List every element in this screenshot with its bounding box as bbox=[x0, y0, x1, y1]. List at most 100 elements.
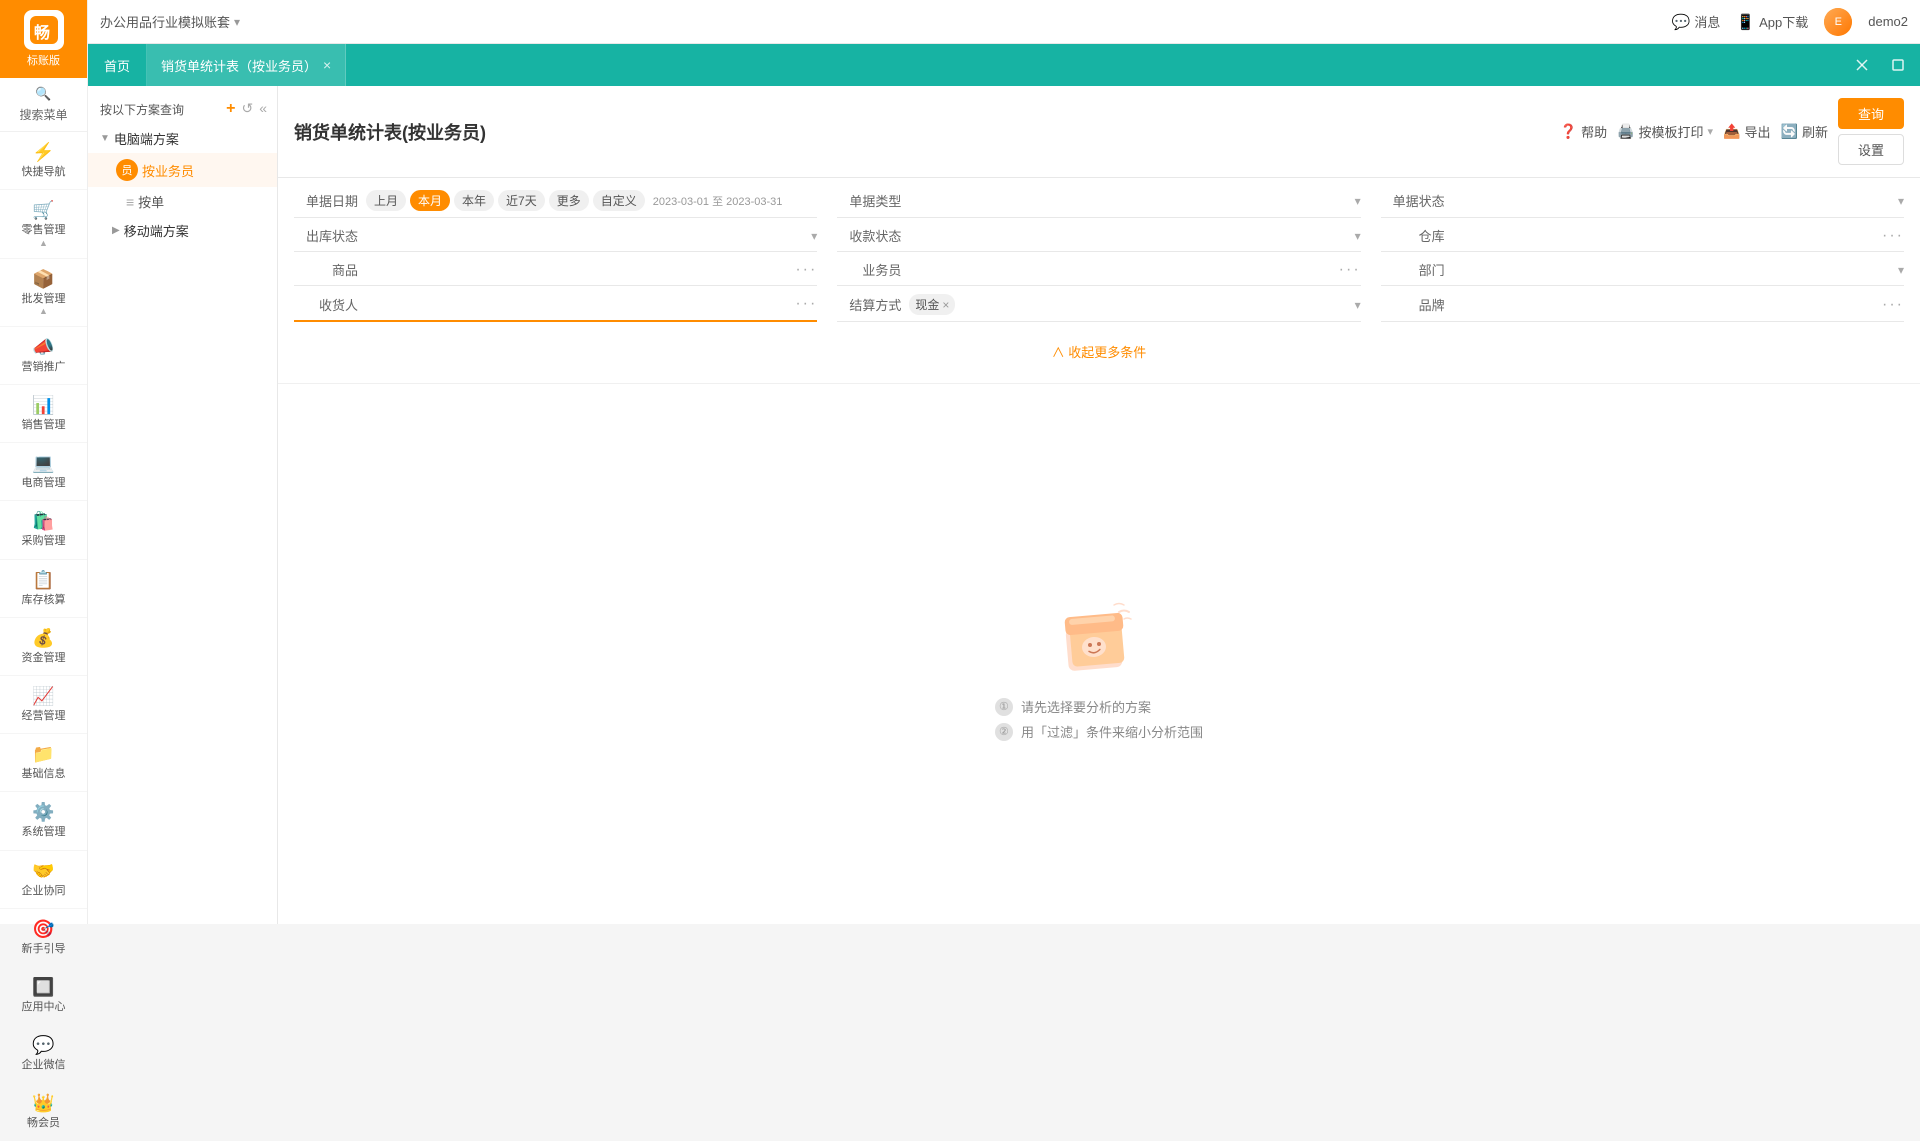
basic-label: 基础信息 bbox=[22, 768, 66, 781]
date-buttons: 上月 本月 本年 近7天 更多 自定义 2023-03-01 至 2023-03… bbox=[366, 190, 817, 211]
doc-status-filter-item: 单据状态 ▾ bbox=[1381, 190, 1904, 218]
settings-button[interactable]: 设置 bbox=[1838, 134, 1904, 165]
user-avatar[interactable]: E bbox=[1824, 8, 1852, 36]
sidebar-item-basic[interactable]: 📁 基础信息 bbox=[0, 734, 87, 792]
brand-filter-item: 品牌 ··· bbox=[1381, 294, 1904, 322]
sidebar-item-wholesale[interactable]: 📦 批发管理 ▲ bbox=[0, 259, 87, 327]
brand-select[interactable]: ··· bbox=[1453, 296, 1904, 314]
sidebar-item-ecommerce[interactable]: 💻 电商管理 bbox=[0, 443, 87, 501]
salesman-select[interactable]: ··· bbox=[909, 261, 1360, 279]
sidebar-item-enterprise[interactable]: 🤝 企业协同 bbox=[0, 851, 87, 909]
refresh-label: 刷新 bbox=[1802, 122, 1828, 141]
sidebar-item-wechat[interactable]: 💬 企业微信 bbox=[0, 1025, 87, 1083]
filter-row-2: 出库状态 ▾ 收款状态 ▾ 仓库 bbox=[294, 226, 1904, 252]
enterprise-label: 企业协同 bbox=[22, 885, 66, 898]
retail-icon: 🛒 bbox=[32, 200, 54, 221]
sidebar-search[interactable]: 🔍 搜索菜单 bbox=[0, 78, 87, 132]
sales-icon: 📊 bbox=[32, 395, 54, 416]
tree-group-pc: ▼ 电脑端方案 员 按业务员 ≡ 按单 bbox=[88, 124, 277, 216]
payment-label: 结算方式 bbox=[837, 295, 909, 314]
collapse-panel-btn[interactable]: « bbox=[259, 100, 267, 118]
out-status-label: 出库状态 bbox=[294, 226, 366, 245]
sidebar-item-sales[interactable]: 📊 销售管理 bbox=[0, 385, 87, 443]
tree-sub-item-order[interactable]: ≡ 按单 bbox=[88, 187, 277, 216]
right-panel: 销货单统计表(按业务员) ❓ 帮助 🖨️ 按模板打印 ▾ 📤 bbox=[278, 86, 1920, 924]
app-download-btn[interactable]: 📱 App下载 bbox=[1736, 12, 1808, 31]
tab-home[interactable]: 首页 bbox=[88, 44, 147, 86]
filter-row-4: 收货人 ··· 结算方式 现金 × ▾ bbox=[294, 294, 1904, 322]
page-header-top: 销货单统计表(按业务员) ❓ 帮助 🖨️ 按模板打印 ▾ 📤 bbox=[294, 98, 1904, 165]
doc-type-arrow: ▾ bbox=[1355, 194, 1361, 208]
add-scheme-btn[interactable]: + bbox=[226, 100, 235, 118]
payment-select[interactable]: 现金 × ▾ bbox=[909, 294, 1360, 315]
system-icon: ⚙️ bbox=[32, 802, 54, 823]
date-btn-last-month[interactable]: 上月 bbox=[366, 190, 406, 211]
tree-group-mobile: ▶ 移动端方案 bbox=[88, 216, 277, 245]
sidebar-item-member[interactable]: 👑 畅会员 bbox=[0, 1083, 87, 1141]
refresh-btn[interactable]: 🔄 刷新 bbox=[1781, 122, 1828, 141]
doc-type-select[interactable]: ▾ bbox=[909, 194, 1360, 208]
salesman-label: 业务员 bbox=[837, 260, 909, 279]
tab-active[interactable]: 销货单统计表（按业务员） × bbox=[147, 44, 346, 86]
app-download-label: App下载 bbox=[1759, 12, 1808, 31]
username-label[interactable]: demo2 bbox=[1868, 14, 1908, 29]
payment-tag-close[interactable]: × bbox=[942, 298, 949, 312]
message-btn[interactable]: 💬 消息 bbox=[1672, 12, 1721, 31]
page-title: 销货单统计表(按业务员) bbox=[294, 119, 486, 145]
tab-close-btn[interactable]: × bbox=[323, 57, 331, 73]
date-btn-more[interactable]: 更多 bbox=[549, 190, 589, 211]
goods-select[interactable]: ··· bbox=[366, 261, 817, 279]
wholesale-label: 批发管理 bbox=[22, 293, 66, 306]
export-btn[interactable]: 📤 导出 bbox=[1723, 122, 1770, 141]
sidebar-item-purchase[interactable]: 🛍️ 采购管理 bbox=[0, 501, 87, 559]
member-label: 畅会员 bbox=[27, 1117, 60, 1130]
date-btn-this-year[interactable]: 本年 bbox=[454, 190, 494, 211]
receiver-select[interactable]: ··· bbox=[366, 295, 817, 313]
sidebar-item-newbie[interactable]: 🎯 新手引导 bbox=[0, 909, 87, 967]
tree-group-pc-header[interactable]: ▼ 电脑端方案 bbox=[88, 124, 277, 153]
logo-icon: 畅 bbox=[24, 10, 64, 50]
tree-group-mobile-arrow: ▶ bbox=[112, 225, 120, 236]
date-btn-this-month[interactable]: 本月 bbox=[410, 190, 450, 211]
sidebar-item-marketing[interactable]: 📣 营销推广 bbox=[0, 327, 87, 385]
tab-minimize-btn[interactable] bbox=[1848, 51, 1876, 79]
out-status-select[interactable]: ▾ bbox=[366, 229, 817, 243]
sidebar-item-finance[interactable]: 💰 资金管理 bbox=[0, 618, 87, 676]
sidebar-item-apps[interactable]: 🔲 应用中心 bbox=[0, 967, 87, 1025]
topbar-app-name[interactable]: 办公用品行业模拟账套 ▾ bbox=[100, 12, 1660, 31]
empty-state: ① 请先选择要分析的方案 ② 用「过滤」条件来缩小分析范围 bbox=[278, 384, 1920, 924]
message-label: 消息 bbox=[1694, 12, 1720, 31]
collapse-btn[interactable]: ∧ 收起更多条件 bbox=[1046, 336, 1153, 367]
pay-status-select[interactable]: ▾ bbox=[909, 229, 1360, 243]
sidebar-item-operation[interactable]: 📈 经营管理 bbox=[0, 676, 87, 734]
sidebar-item-system[interactable]: ⚙️ 系统管理 bbox=[0, 792, 87, 850]
warehouse-dots: ··· bbox=[1882, 227, 1904, 245]
help-icon: ❓ bbox=[1560, 123, 1577, 140]
help-btn[interactable]: ❓ 帮助 bbox=[1560, 122, 1607, 141]
refresh-scheme-btn[interactable]: ↺ bbox=[241, 100, 253, 118]
warehouse-filter-item: 仓库 ··· bbox=[1381, 226, 1904, 252]
print-btn[interactable]: 🖨️ 按模板打印 ▾ bbox=[1617, 122, 1713, 141]
tab-maximize-btn[interactable] bbox=[1884, 51, 1912, 79]
warehouse-label: 仓库 bbox=[1381, 226, 1453, 245]
doc-status-select[interactable]: ▾ bbox=[1453, 194, 1904, 208]
newbie-icon: 🎯 bbox=[32, 919, 54, 940]
doc-type-filter-item: 单据类型 ▾ bbox=[837, 190, 1360, 218]
warehouse-select[interactable]: ··· bbox=[1453, 227, 1904, 245]
sidebar-item-inventory[interactable]: 📋 库存核算 bbox=[0, 560, 87, 618]
tree-group-mobile-header[interactable]: ▶ 移动端方案 bbox=[88, 216, 277, 245]
sidebar-logo[interactable]: 畅 标账版 bbox=[0, 0, 87, 78]
query-button[interactable]: 查询 bbox=[1838, 98, 1904, 129]
doc-status-arrow: ▾ bbox=[1898, 194, 1904, 208]
date-btn-7days[interactable]: 近7天 bbox=[498, 190, 545, 211]
dept-select[interactable]: ▾ bbox=[1453, 263, 1904, 277]
brand-label: 品牌 bbox=[1381, 295, 1453, 314]
filter-row-1: 单据日期 上月 本月 本年 近7天 更多 自定义 2023-03-01 至 20… bbox=[294, 190, 1904, 218]
tree-item-salesman[interactable]: 员 按业务员 bbox=[88, 153, 277, 187]
sidebar-item-shortcut[interactable]: ⚡ 快捷导航 bbox=[0, 132, 87, 190]
marketing-icon: 📣 bbox=[32, 337, 54, 358]
brand-dots: ··· bbox=[1882, 296, 1904, 314]
purchase-icon: 🛍️ bbox=[32, 511, 54, 532]
date-btn-custom[interactable]: 自定义 bbox=[593, 190, 645, 211]
sidebar-item-retail[interactable]: 🛒 零售管理 ▲ bbox=[0, 190, 87, 258]
